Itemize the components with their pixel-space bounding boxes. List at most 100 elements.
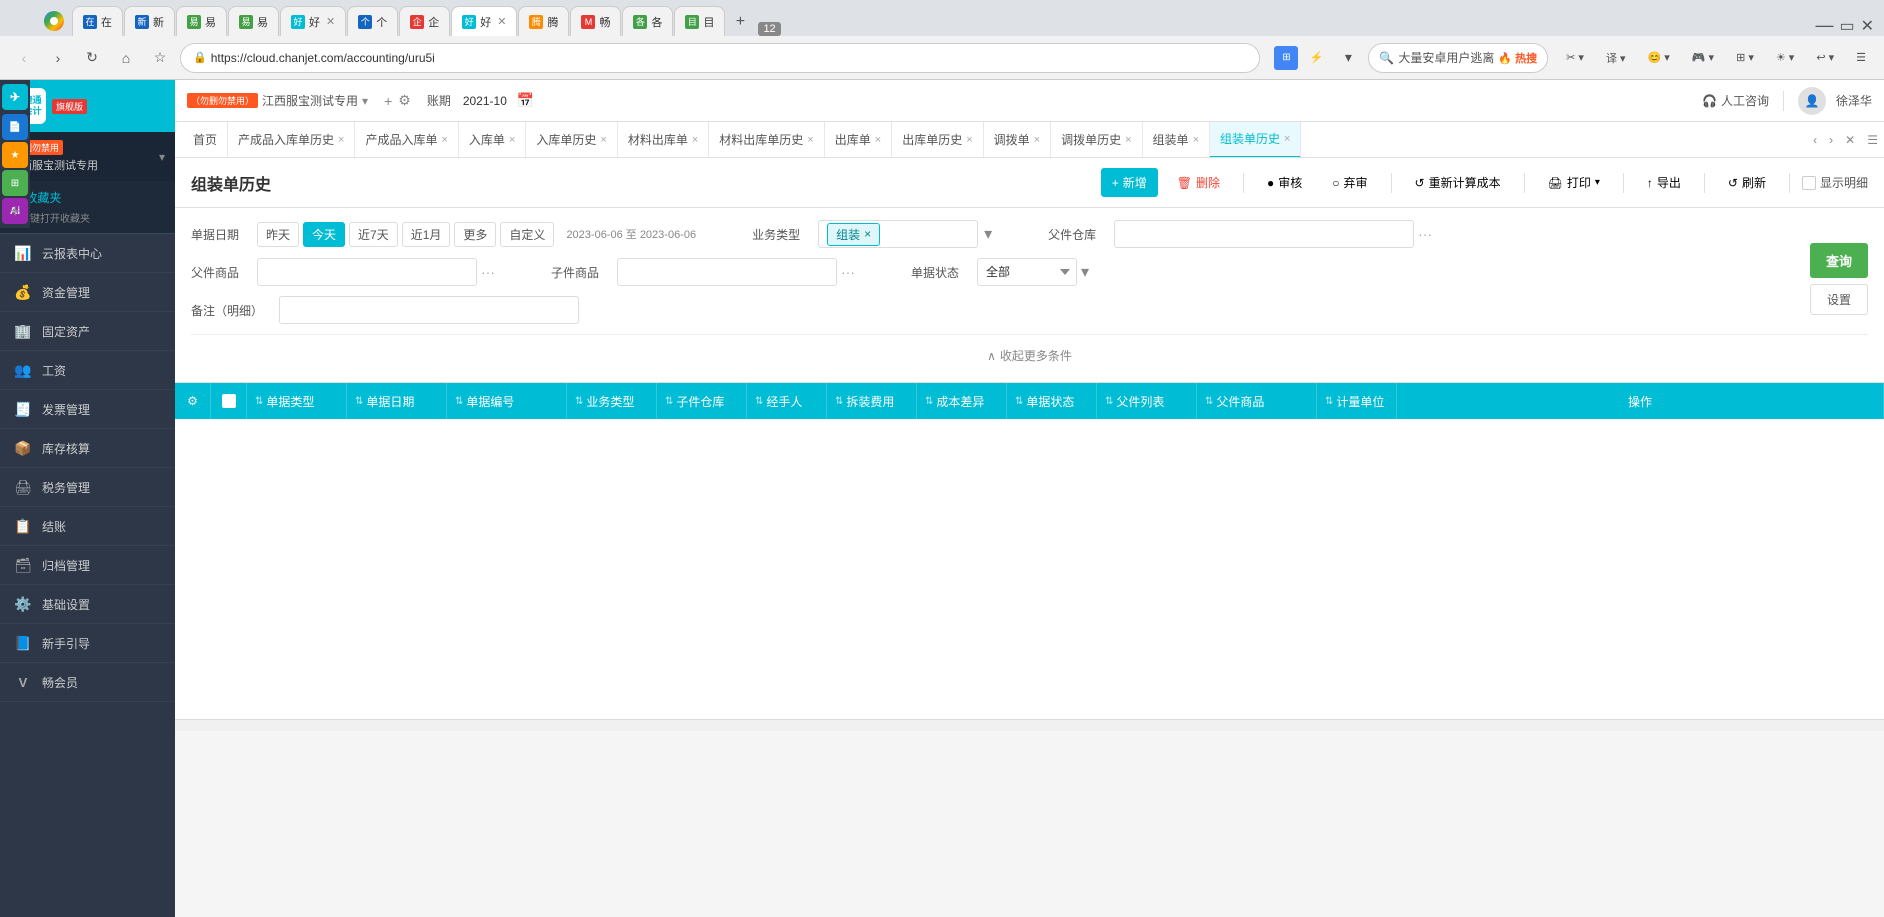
browser-tab[interactable]: 腾 腾 — [518, 6, 569, 36]
bc-tab-in-order[interactable]: 入库单 × — [459, 122, 526, 158]
th-bill-no[interactable]: ⇅ 单据编号 — [447, 383, 567, 419]
th-parent-list[interactable]: ⇅ 父件列表 — [1097, 383, 1197, 419]
browser-tab-active[interactable]: 好 好 ✕ — [451, 6, 517, 36]
company-selector-topbar[interactable]: （勿删勿禁用） 江西服宝测试专用 ▾ — [187, 92, 368, 109]
th-bill-status[interactable]: ⇅ 单据状态 — [1007, 383, 1097, 419]
bc-tab-mat-out[interactable]: 材料出库单 × — [618, 122, 709, 158]
parent-warehouse-more[interactable]: ··· — [1418, 226, 1432, 242]
bc-tab-assembly[interactable]: 调拨单 × — [984, 122, 1051, 158]
chanjet-icon[interactable]: ✈ — [2, 84, 28, 110]
approve-button[interactable]: ● 审核 — [1256, 168, 1313, 197]
child-goods-input[interactable] — [617, 258, 837, 286]
sidebar-item-guide[interactable]: 📘 新手引导 — [0, 624, 175, 663]
th-disassembly-fee[interactable]: ⇅ 拆装费用 — [827, 383, 917, 419]
tab-menu[interactable]: ☰ — [1861, 122, 1884, 158]
brightness-btn[interactable]: ☀ ▾ — [1768, 44, 1802, 72]
th-biz-type[interactable]: ⇅ 业务类型 — [567, 383, 657, 419]
tab-scroll-right[interactable]: › — [1823, 122, 1839, 158]
sidebar-item-inventory[interactable]: 📦 库存核算 — [0, 429, 175, 468]
tab-close-icon[interactable]: × — [875, 134, 881, 146]
tab-close-icon[interactable]: × — [441, 134, 447, 146]
show-detail-check[interactable] — [1802, 176, 1816, 190]
maximize-button[interactable]: ▭ — [1839, 16, 1854, 36]
biz-type-input[interactable]: 组装 × — [818, 220, 978, 248]
star-icon[interactable]: ★ — [2, 142, 28, 168]
browser-tab[interactable]: 易 易 — [176, 6, 227, 36]
sidebar-item-settle[interactable]: 📋 结账 — [0, 507, 175, 546]
browser-tab[interactable]: 在 在 — [72, 6, 123, 36]
address-bar[interactable]: 🔒 https://cloud.chanjet.com/accounting/u… — [180, 43, 1260, 73]
tab-close-all[interactable]: ✕ — [1839, 122, 1861, 158]
biz-type-expand[interactable]: ▾ — [984, 224, 992, 244]
parent-goods-input[interactable] — [257, 258, 477, 286]
tab-close-icon[interactable]: × — [1125, 134, 1131, 146]
bc-tab-out-hist[interactable]: 出库单历史 × — [892, 122, 983, 158]
close-window-button[interactable]: ✕ — [1861, 16, 1874, 36]
parent-warehouse-input[interactable] — [1114, 220, 1414, 248]
tab-close-icon[interactable]: × — [600, 134, 606, 146]
print-button[interactable]: 🖨 打印 ▾ — [1537, 168, 1611, 197]
bc-tab-assemble-order[interactable]: 组装单 × — [1143, 122, 1210, 158]
th-checkbox-input[interactable] — [222, 394, 236, 408]
child-goods-more[interactable]: ··· — [841, 264, 855, 280]
add-toolbar-icon[interactable]: + — [384, 93, 392, 109]
tab-scroll-left[interactable]: ‹ — [1807, 122, 1823, 158]
note-input[interactable] — [279, 296, 579, 324]
tab-close-icon[interactable]: × — [692, 134, 698, 146]
back-button[interactable]: ‹ — [10, 44, 38, 72]
tab-close-icon[interactable]: × — [807, 134, 813, 146]
unapprove-button[interactable]: ○ 弃审 — [1321, 168, 1378, 197]
th-checkbox[interactable] — [211, 383, 247, 419]
parent-goods-more[interactable]: ··· — [481, 264, 495, 280]
sidebar-item-salary[interactable]: 👥 工资 — [0, 351, 175, 390]
browser-tab[interactable]: 好 好 ✕ — [280, 6, 346, 36]
bc-tab-out-order[interactable]: 出库单 × — [825, 122, 892, 158]
show-detail-checkbox[interactable]: 显示明细 — [1802, 174, 1868, 191]
bc-tab-prod-in-hist[interactable]: 产成品入库单历史 × — [228, 122, 355, 158]
th-child-warehouse[interactable]: ⇅ 子件仓库 — [657, 383, 747, 419]
date-btn-1month[interactable]: 近1月 — [402, 222, 451, 247]
query-button[interactable]: 查询 — [1810, 243, 1868, 278]
sidebar-item-report[interactable]: 📊 云报表中心 — [0, 234, 175, 273]
add-button[interactable]: + 新增 — [1101, 168, 1158, 197]
browser-tab[interactable]: 各 各 — [622, 6, 673, 36]
bc-tab-prod-in[interactable]: 产成品入库单 × — [355, 122, 458, 158]
undo-btn[interactable]: ↩ ▾ — [1808, 44, 1842, 72]
sidebar-item-asset[interactable]: 🏢 固定资产 — [0, 312, 175, 351]
browser-tab[interactable]: 目 目 — [674, 6, 725, 36]
forward-button[interactable]: › — [44, 44, 72, 72]
delete-button[interactable]: 🗑 删除 — [1166, 168, 1231, 197]
sidebar-item-fund[interactable]: 💰 资金管理 — [0, 273, 175, 312]
tab-close-icon[interactable]: × — [1193, 134, 1199, 146]
settings-toolbar-icon[interactable]: ⚙ — [398, 92, 411, 109]
th-bill-type[interactable]: ⇅ 单据类型 — [247, 383, 347, 419]
grid-left-icon[interactable]: ⊞ — [2, 170, 28, 196]
menu-btn[interactable]: ☰ — [1848, 44, 1874, 72]
th-handler[interactable]: ⇅ 经手人 — [747, 383, 827, 419]
tab-count-badge[interactable]: 12 — [758, 22, 780, 36]
browser-tab[interactable]: 个 个 — [347, 6, 398, 36]
tab-close-icon[interactable]: × — [338, 134, 344, 146]
bookmark-button[interactable]: ☆ — [146, 44, 174, 72]
new-tab-button[interactable]: + — [726, 8, 754, 36]
emoji-btn[interactable]: 😊 ▾ — [1640, 44, 1678, 72]
th-bill-date[interactable]: ⇅ 单据日期 — [347, 383, 447, 419]
sidebar-favorite-link[interactable]: ☆ 收藏夹 — [10, 189, 165, 206]
bill-status-select[interactable]: 全部 已审核 草稿 — [977, 258, 1077, 286]
date-btn-yesterday[interactable]: 昨天 — [257, 222, 299, 247]
tab-close-icon[interactable]: × — [1284, 133, 1290, 145]
refresh-button[interactable]: ↺ 刷新 — [1717, 168, 1777, 197]
date-btn-today[interactable]: 今天 — [303, 222, 345, 247]
grid-btn[interactable]: ⊞ ▾ — [1728, 44, 1762, 72]
sidebar-item-tax[interactable]: 🖨 税务管理 — [0, 468, 175, 507]
add-left-icon[interactable]: + — [2, 198, 28, 224]
browser-tab[interactable]: 新 新 — [124, 6, 175, 36]
bill-status-expand[interactable]: ▾ — [1081, 262, 1089, 282]
export-button[interactable]: ↑ 导出 — [1636, 168, 1692, 197]
tab-close-icon[interactable]: × — [1034, 134, 1040, 146]
bc-tab-in-hist[interactable]: 入库单历史 × — [526, 122, 617, 158]
browser-tab[interactable]: 企 企 — [399, 6, 450, 36]
date-btn-custom[interactable]: 自定义 — [500, 222, 554, 247]
biz-type-remove[interactable]: × — [864, 227, 871, 241]
browser-tab[interactable]: 易 易 — [228, 6, 279, 36]
